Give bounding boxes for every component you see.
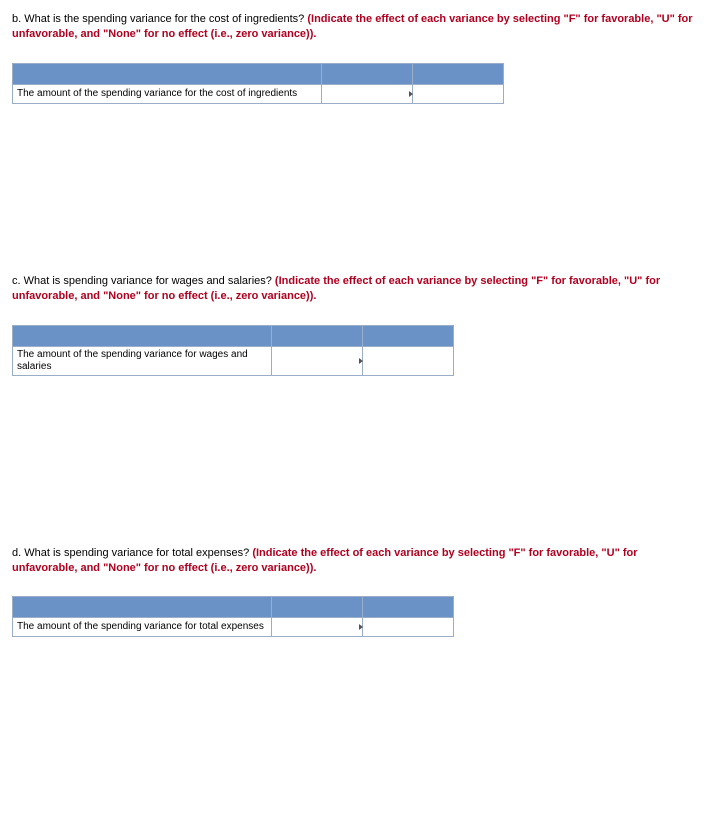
question-b-prefix: b. [12,13,24,25]
row-c-value1-input[interactable] [272,347,362,375]
question-d-prefix: d. [12,547,24,559]
table-row: The amount of the spending variance for … [13,84,504,103]
table-d-header-col1 [272,597,363,618]
table-c-header-col2 [363,325,454,346]
question-c-prefix: c. [12,275,24,287]
row-d-value2-cell[interactable] [363,618,454,637]
variance-table-d: The amount of the spending variance for … [12,596,454,637]
table-b-header-col1 [322,63,413,84]
table-row: The amount of the spending variance for … [13,346,454,375]
table-b-header-col2 [413,63,504,84]
question-d-text: d. What is spending variance for total e… [12,546,696,577]
row-b-value2-cell[interactable] [413,84,504,103]
question-d: d. What is spending variance for total e… [12,546,696,638]
row-d-value2-input[interactable] [363,618,453,636]
question-b: b. What is the spending variance for the… [12,12,696,104]
variance-table-c: The amount of the spending variance for … [12,325,454,376]
table-c-header-col1 [272,325,363,346]
table-c-header-label [13,325,272,346]
row-c-value1-cell[interactable] [272,346,363,375]
row-d-label: The amount of the spending variance for … [13,618,272,637]
row-b-value1-cell[interactable] [322,84,413,103]
question-c-body: What is spending variance for wages and … [24,275,272,287]
row-b-value1-input[interactable] [322,85,412,103]
row-b-value2-input[interactable] [413,85,503,103]
table-d-header-label [13,597,272,618]
question-b-text: b. What is the spending variance for the… [12,12,696,43]
row-c-value2-input[interactable] [363,347,453,375]
question-c-text: c. What is spending variance for wages a… [12,274,696,305]
variance-table-b: The amount of the spending variance for … [12,63,504,104]
question-c: c. What is spending variance for wages a… [12,274,696,376]
question-b-body: What is the spending variance for the co… [24,13,304,25]
table-row: The amount of the spending variance for … [13,618,454,637]
row-c-value2-cell[interactable] [363,346,454,375]
question-d-body: What is spending variance for total expe… [24,547,249,559]
table-b-header-label [13,63,322,84]
row-b-label: The amount of the spending variance for … [13,84,322,103]
row-d-value1-input[interactable] [272,618,362,636]
row-d-value1-cell[interactable] [272,618,363,637]
table-d-header-col2 [363,597,454,618]
row-c-label: The amount of the spending variance for … [13,346,272,375]
